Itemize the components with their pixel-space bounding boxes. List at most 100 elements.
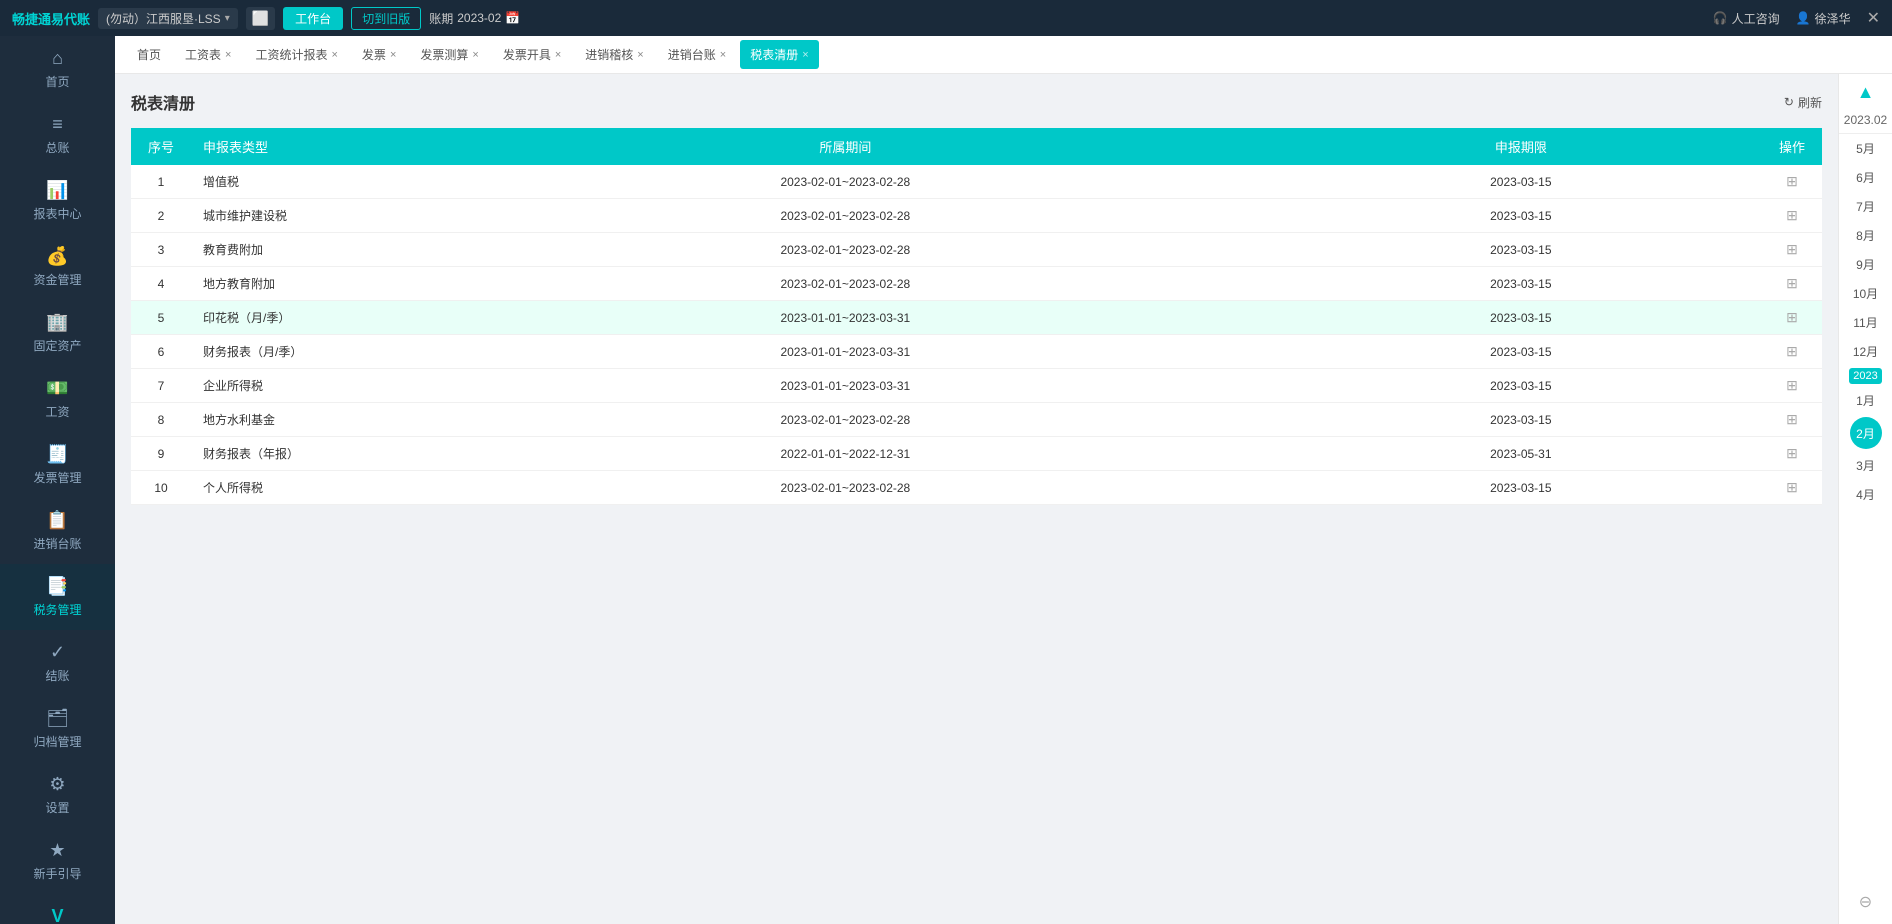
sidebar-item-ledger[interactable]: ≡ 总账 [0, 102, 115, 168]
cell-period: 2023-01-01~2023-03-31 [411, 369, 1280, 403]
month-4[interactable]: 4月 [1839, 480, 1892, 509]
copy-icon-btn[interactable]: ⬜ [246, 7, 275, 30]
sidebar-item-home[interactable]: ⌂ 首页 [0, 36, 115, 102]
tab-payroll-close[interactable]: × [225, 49, 231, 61]
tab-sales-check-close[interactable]: × [637, 49, 643, 61]
tab-tax-register-label: 税表清册 [750, 46, 798, 63]
tab-tax-register[interactable]: 税表清册 × [740, 40, 818, 69]
window-close-button[interactable]: ✕ [1867, 8, 1880, 28]
month-6[interactable]: 6月 [1839, 163, 1892, 192]
sidebar-label-assets: 固定资产 [33, 337, 81, 354]
cell-type: 教育费附加 [191, 233, 411, 267]
collapse-button[interactable]: ⊖ [1855, 888, 1876, 916]
month-2-active[interactable]: 2月 [1850, 417, 1882, 449]
cell-deadline: 2023-03-15 [1280, 165, 1762, 199]
month-1[interactable]: 1月 [1839, 386, 1892, 415]
action-icon[interactable]: ⊞ [1786, 173, 1798, 189]
action-icon[interactable]: ⊞ [1786, 343, 1798, 359]
cell-action[interactable]: ⊞ [1762, 267, 1822, 301]
action-icon[interactable]: ⊞ [1786, 207, 1798, 223]
table-row: 6 财务报表（月/季） 2023-01-01~2023-03-31 2023-0… [131, 335, 1822, 369]
sidebar: ⌂ 首页 ≡ 总账 📊 报表中心 💰 资金管理 🏢 固定资产 💵 工资 🧾 发票… [0, 36, 115, 924]
cell-type: 个人所得税 [191, 471, 411, 505]
cell-action[interactable]: ⊞ [1762, 471, 1822, 505]
action-icon[interactable]: ⊞ [1786, 377, 1798, 393]
tab-sales-ledger[interactable]: 进销台账 × [658, 40, 736, 69]
company-selector[interactable]: (勿动）江西服垦·LSS ▾ [98, 8, 238, 29]
action-icon[interactable]: ⊞ [1786, 479, 1798, 495]
table-header-row: 序号 申报表类型 所属期间 申报期限 操作 [131, 128, 1822, 165]
sidebar-item-invoice[interactable]: 🧾 发票管理 [0, 432, 115, 498]
action-icon[interactable]: ⊞ [1786, 241, 1798, 257]
tab-invoice-calc-close[interactable]: × [472, 49, 478, 61]
tab-payroll[interactable]: 工资表 × [175, 40, 241, 69]
archive-icon: 🗂 [46, 708, 69, 729]
tab-payroll-stats[interactable]: 工资统计报表 × [245, 40, 347, 69]
sidebar-item-vip[interactable]: V 畅会员 [0, 894, 115, 924]
month-12[interactable]: 12月 [1839, 337, 1892, 366]
cell-no: 9 [131, 437, 191, 471]
tab-invoice-open-close[interactable]: × [555, 49, 561, 61]
action-icon[interactable]: ⊞ [1786, 411, 1798, 427]
cell-action[interactable]: ⊞ [1762, 301, 1822, 335]
cell-type: 增值税 [191, 165, 411, 199]
cell-deadline: 2023-03-15 [1280, 233, 1762, 267]
cell-action[interactable]: ⊞ [1762, 437, 1822, 471]
reports-icon: 📊 [46, 180, 68, 201]
nav-up-button[interactable]: ▲ [1853, 78, 1879, 107]
cell-deadline: 2023-05-31 [1280, 437, 1762, 471]
cell-no: 8 [131, 403, 191, 437]
user-service[interactable]: 🎧 人工咨询 [1713, 10, 1780, 27]
cell-action[interactable]: ⊞ [1762, 369, 1822, 403]
tab-sales-ledger-close[interactable]: × [720, 49, 726, 61]
cell-period: 2023-01-01~2023-03-31 [411, 301, 1280, 335]
sidebar-item-fixed-assets[interactable]: 🏢 固定资产 [0, 300, 115, 366]
month-11[interactable]: 11月 [1839, 308, 1892, 337]
cell-action[interactable]: ⊞ [1762, 165, 1822, 199]
action-icon[interactable]: ⊞ [1786, 309, 1798, 325]
cell-action[interactable]: ⊞ [1762, 199, 1822, 233]
month-10[interactable]: 10月 [1839, 279, 1892, 308]
cell-action[interactable]: ⊞ [1762, 403, 1822, 437]
sidebar-item-settlement[interactable]: ✓ 结账 [0, 630, 115, 696]
workspace-button[interactable]: 工作台 [283, 7, 343, 30]
user-profile[interactable]: 👤 徐泽华 [1796, 10, 1851, 27]
cell-period: 2023-02-01~2023-02-28 [411, 233, 1280, 267]
cell-action[interactable]: ⊞ [1762, 233, 1822, 267]
month-7[interactable]: 7月 [1839, 192, 1892, 221]
tab-tax-register-close[interactable]: × [802, 49, 808, 61]
tab-payroll-stats-close[interactable]: × [331, 49, 337, 61]
cell-action[interactable]: ⊞ [1762, 335, 1822, 369]
switch-old-button[interactable]: 切到旧版 [351, 7, 421, 30]
cell-deadline: 2023-03-15 [1280, 335, 1762, 369]
month-3[interactable]: 3月 [1839, 451, 1892, 480]
payroll-icon: 💵 [46, 378, 68, 399]
sidebar-item-payroll[interactable]: 💵 工资 [0, 366, 115, 432]
month-9[interactable]: 9月 [1839, 250, 1892, 279]
tab-sales-check-label: 进销稽核 [585, 46, 633, 63]
tab-invoice-close[interactable]: × [390, 49, 396, 61]
cell-no: 4 [131, 267, 191, 301]
month-5[interactable]: 5月 [1839, 134, 1892, 163]
sidebar-item-tax[interactable]: 📑 税务管理 [0, 564, 115, 630]
settlement-icon: ✓ [50, 642, 65, 663]
sidebar-item-sales[interactable]: 📋 进销台账 [0, 498, 115, 564]
month-8[interactable]: 8月 [1839, 221, 1892, 250]
sidebar-item-settings[interactable]: ⚙ 设置 [0, 762, 115, 828]
refresh-icon: ↻ [1784, 95, 1794, 109]
action-icon[interactable]: ⊞ [1786, 445, 1798, 461]
sidebar-item-funds[interactable]: 💰 资金管理 [0, 234, 115, 300]
tab-sales-check[interactable]: 进销稽核 × [575, 40, 653, 69]
tax-icon: 📑 [46, 576, 68, 597]
refresh-button[interactable]: ↻ 刷新 [1784, 94, 1822, 111]
active-month-container: 2月 [1839, 415, 1892, 451]
tab-invoice[interactable]: 发票 × [352, 40, 406, 69]
sidebar-item-reports[interactable]: 📊 报表中心 [0, 168, 115, 234]
tab-home[interactable]: 首页 [127, 40, 171, 69]
action-icon[interactable]: ⊞ [1786, 275, 1798, 291]
tab-invoice-open[interactable]: 发票开具 × [493, 40, 571, 69]
sidebar-item-archive[interactable]: 🗂 归档管理 [0, 696, 115, 762]
sidebar-item-guide[interactable]: ★ 新手引导 [0, 828, 115, 894]
tab-invoice-calc[interactable]: 发票测算 × [410, 40, 488, 69]
col-no: 序号 [131, 128, 191, 165]
